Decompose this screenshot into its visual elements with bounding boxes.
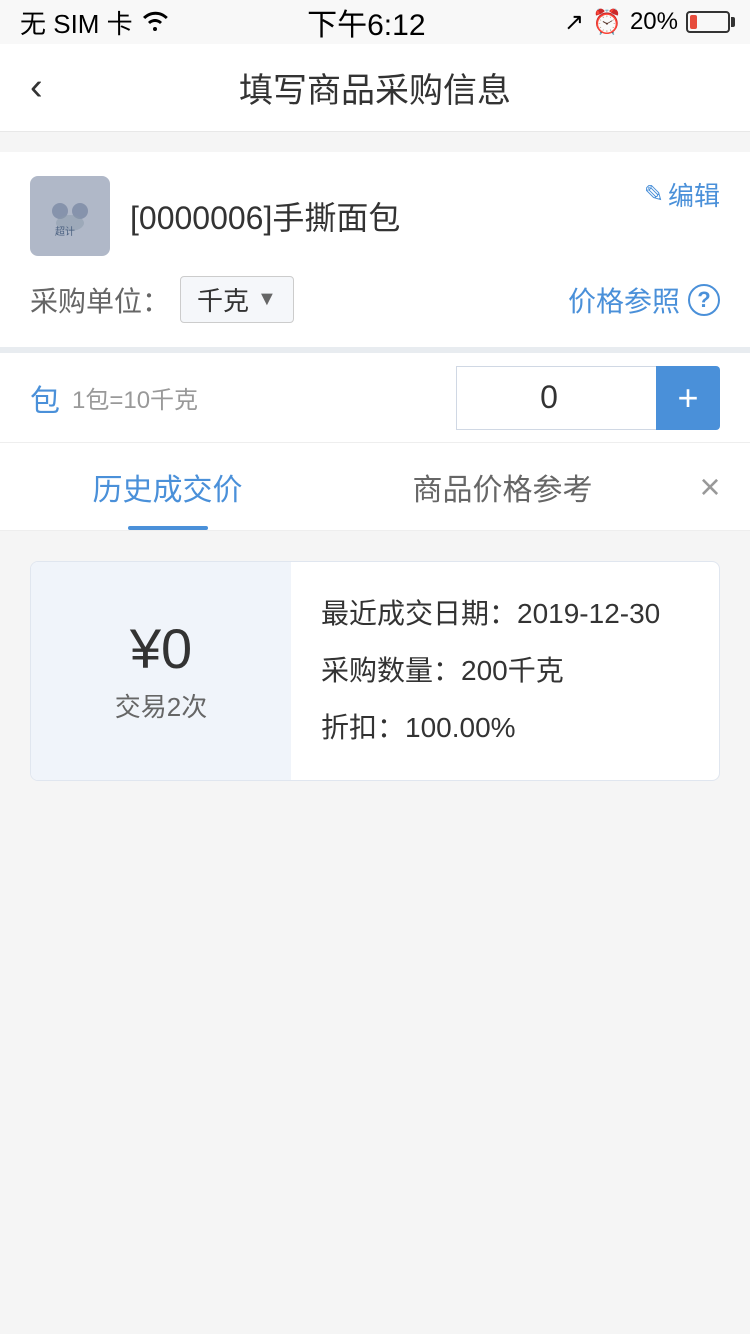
nav-bar: ‹ 填写商品采购信息: [0, 44, 750, 132]
price-currency-symbol: ¥: [130, 617, 161, 680]
tab-price-reference[interactable]: 商品价格参考: [335, 443, 670, 530]
quantity-input[interactable]: [456, 366, 656, 430]
unit-label: 采购单位：: [30, 280, 170, 320]
battery-icon: [686, 11, 730, 33]
history-details-panel: 最近成交日期：2019-12-30 采购数量：200千克 折扣：100.00%: [291, 562, 719, 780]
carrier-text: 无 SIM 卡: [20, 4, 133, 41]
dropdown-arrow-icon: ▼: [257, 288, 277, 311]
recent-date-value: 2019-12-30: [517, 598, 660, 629]
history-transactions-count: 交易2次: [115, 687, 207, 724]
quantity-control: +: [456, 366, 720, 430]
page-title: 填写商品采购信息: [239, 63, 511, 112]
edit-label: 编辑: [668, 176, 720, 213]
edit-button[interactable]: ✎ 编辑: [644, 176, 720, 213]
price-reference-button[interactable]: 价格参照 ?: [568, 280, 720, 320]
product-name: [0000006]手撕面包: [130, 193, 400, 239]
back-button[interactable]: ‹: [30, 56, 53, 119]
quantity-row: 包 1包=10千克 +: [0, 353, 750, 443]
status-left: 无 SIM 卡: [20, 4, 169, 41]
tab-history-price[interactable]: 历史成交价: [0, 443, 335, 530]
wifi-icon: [141, 7, 169, 38]
status-time: 下午6:12: [307, 0, 425, 44]
tab-price-label: 商品价格参考: [413, 465, 593, 509]
svg-text:超计: 超计: [55, 225, 75, 238]
recent-date-label: 最近成交日期：: [321, 598, 517, 629]
alarm-icon: ⏰: [592, 8, 622, 37]
tab-history-label: 历史成交价: [93, 465, 243, 509]
history-card: ¥0 交易2次 最近成交日期：2019-12-30 采购数量：200千克 折扣：…: [30, 561, 720, 781]
quantity-unit-badge: 包: [30, 376, 60, 420]
quantity-plus-button[interactable]: +: [656, 366, 720, 430]
history-recent-date-row: 最近成交日期：2019-12-30: [321, 592, 689, 637]
product-header: 超计 [0000006]手撕面包 ✎ 编辑: [30, 176, 720, 256]
product-unit-row: 采购单位： 千克 ▼ 价格参照 ?: [30, 276, 720, 323]
unit-value: 千克: [197, 281, 249, 318]
battery-percent: 20%: [630, 8, 678, 36]
status-right: ↗ ⏰ 20%: [564, 8, 730, 37]
plus-icon: +: [677, 380, 698, 416]
product-card: 超计 [0000006]手撕面包 ✎ 编辑 采购单位： 千克 ▼ 价格参照 ?: [0, 152, 750, 347]
history-quantity-row: 采购数量：200千克: [321, 649, 689, 694]
quantity-unit-info: 包 1包=10千克: [30, 376, 198, 420]
tab-close-button[interactable]: ×: [670, 466, 750, 508]
discount-label: 折扣：: [321, 712, 405, 743]
history-section: ¥0 交易2次 最近成交日期：2019-12-30 采购数量：200千克 折扣：…: [0, 531, 750, 811]
tab-active-indicator: [128, 526, 208, 530]
info-icon: ?: [688, 284, 720, 316]
history-price-panel: ¥0 交易2次: [31, 562, 291, 780]
quantity-conversion-text: 1包=10千克: [72, 380, 198, 415]
close-icon: ×: [699, 466, 720, 508]
main-content: ¥0 交易2次 最近成交日期：2019-12-30 采购数量：200千克 折扣：…: [0, 531, 750, 1231]
discount-value: 100.00%: [405, 712, 516, 743]
location-icon: ↗: [564, 8, 584, 37]
price-value: 0: [161, 617, 192, 680]
history-discount-row: 折扣：100.00%: [321, 706, 689, 751]
price-ref-label: 价格参照: [568, 280, 680, 320]
history-price-display: ¥0: [130, 618, 192, 680]
unit-select-dropdown[interactable]: 千克 ▼: [180, 276, 294, 323]
edit-icon: ✎: [644, 180, 664, 209]
product-thumbnail: 超计: [30, 176, 110, 256]
quantity-value: 200千克: [461, 655, 564, 686]
tab-row: 历史成交价 商品价格参考 ×: [0, 443, 750, 531]
quantity-label: 采购数量：: [321, 655, 461, 686]
product-left: 超计 [0000006]手撕面包: [30, 176, 400, 256]
status-bar: 无 SIM 卡 下午6:12 ↗ ⏰ 20%: [0, 0, 750, 44]
